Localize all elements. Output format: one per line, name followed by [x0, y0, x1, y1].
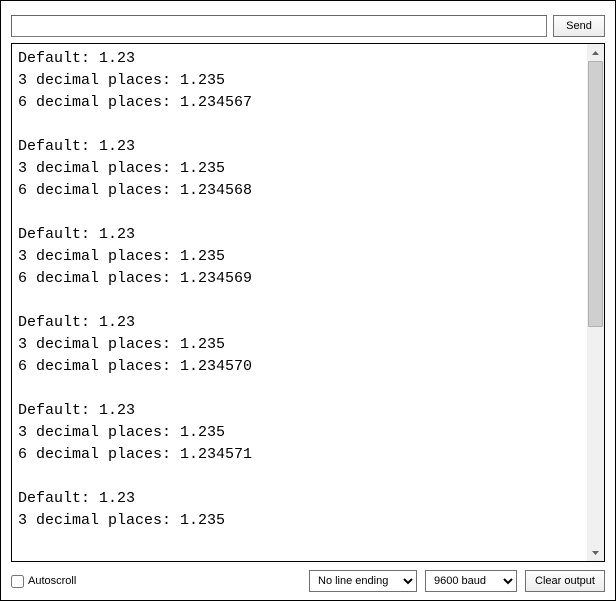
vertical-scrollbar[interactable] — [587, 44, 604, 561]
input-row: Send — [1, 15, 615, 43]
scroll-thumb[interactable] — [588, 61, 603, 327]
output-content: Default: 1.23 3 decimal places: 1.235 6 … — [12, 44, 587, 561]
clear-output-button[interactable]: Clear output — [525, 570, 605, 592]
scroll-up-arrow-icon[interactable] — [587, 44, 604, 61]
bottom-bar: Autoscroll No line ending 9600 baud Clea… — [1, 566, 615, 600]
autoscroll-label: Autoscroll — [28, 575, 76, 587]
output-frame: Default: 1.23 3 decimal places: 1.235 6 … — [11, 43, 605, 562]
serial-monitor-window: Send Default: 1.23 3 decimal places: 1.2… — [0, 0, 616, 601]
line-ending-select[interactable]: No line ending — [309, 570, 417, 592]
baud-select[interactable]: 9600 baud — [425, 570, 517, 592]
scroll-down-arrow-icon[interactable] — [587, 544, 604, 561]
top-spacer — [1, 1, 615, 15]
autoscroll-checkbox[interactable] — [11, 575, 24, 588]
scroll-track[interactable] — [587, 61, 604, 544]
autoscroll-control[interactable]: Autoscroll — [11, 575, 301, 588]
command-input[interactable] — [11, 15, 547, 37]
send-button[interactable]: Send — [553, 15, 605, 37]
